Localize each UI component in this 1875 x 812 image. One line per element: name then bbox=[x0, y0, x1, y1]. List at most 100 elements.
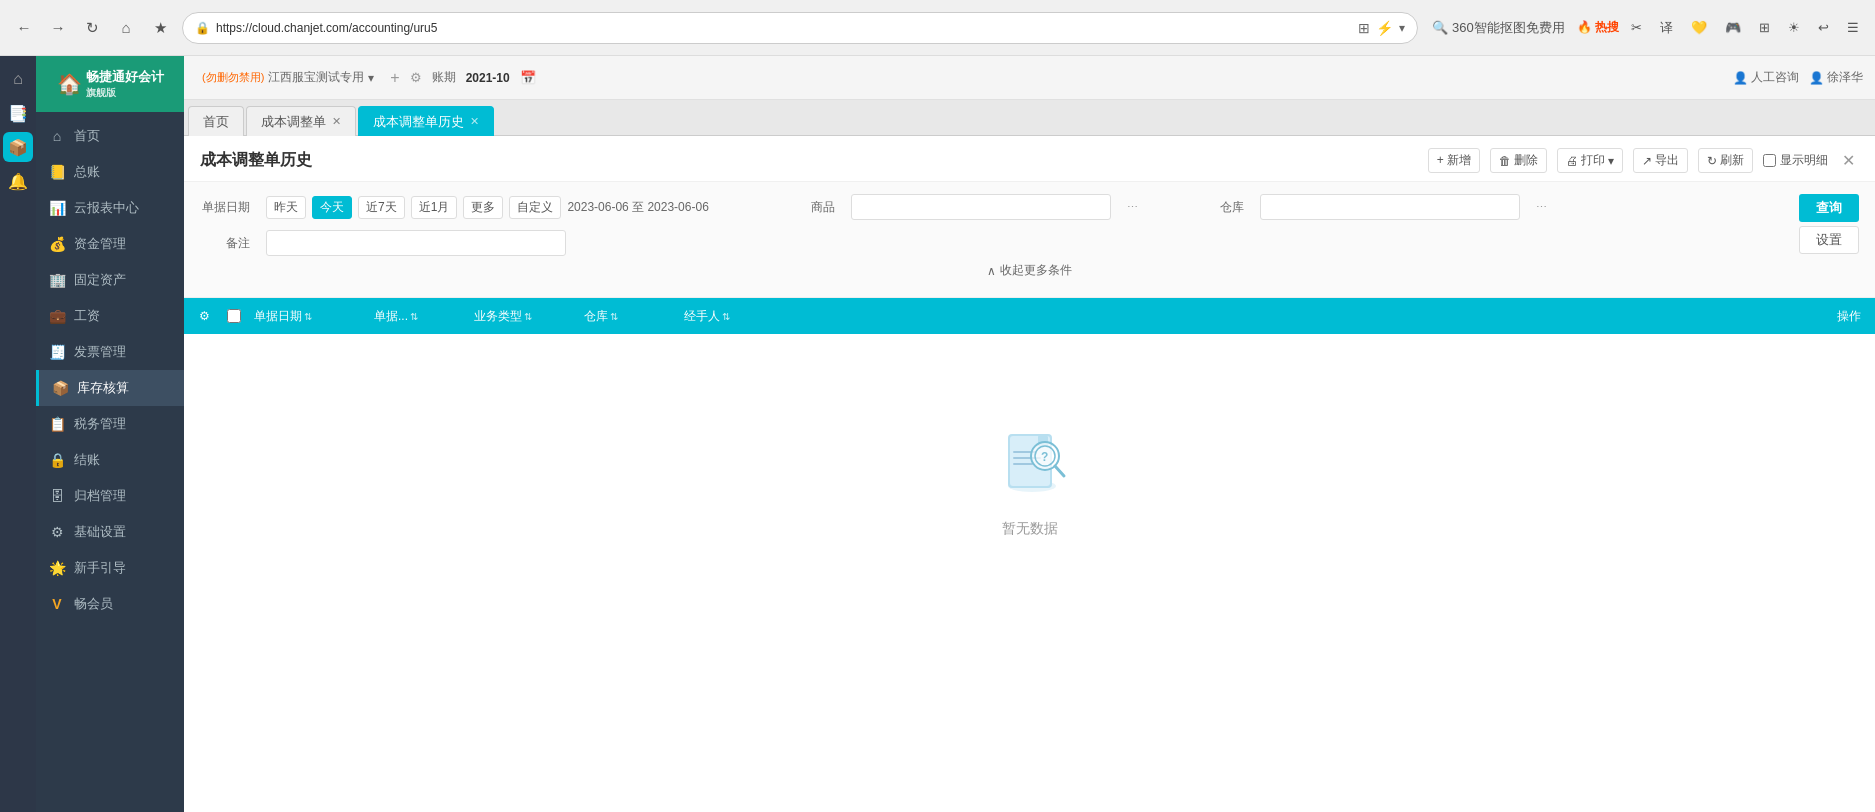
support-button[interactable]: 👤 人工咨询 bbox=[1733, 69, 1799, 86]
table-area: ⚙ 单据日期 ⇅ 单据... ⇅ 业务类型 ⇅ bbox=[184, 298, 1875, 578]
iconbar-item-2[interactable]: 📑 bbox=[3, 98, 33, 128]
date-btn-more[interactable]: 更多 bbox=[463, 196, 503, 219]
sidebar-item-funds[interactable]: 💰 资金管理 bbox=[36, 226, 184, 262]
export-button[interactable]: ↗ 导出 bbox=[1633, 148, 1688, 173]
top-bar-left: (勿删勿禁用) 江西服宝测试专用 ▾ + ⚙ 账期 2021-10 📅 bbox=[196, 67, 536, 88]
sidebar-label-salary: 工资 bbox=[74, 307, 100, 325]
sidebar-item-fixed-assets[interactable]: 🏢 固定资产 bbox=[36, 262, 184, 298]
th-date[interactable]: 单据日期 ⇅ bbox=[248, 308, 368, 325]
page-header: 成本调整单历史 + 新增 🗑 删除 🖨 打印 ▾ ↗ 导出 bbox=[184, 136, 1875, 182]
print-button[interactable]: 🖨 打印 ▾ bbox=[1557, 148, 1623, 173]
lightning-icon: ⚡ bbox=[1376, 20, 1393, 36]
date-btn-1month[interactable]: 近1月 bbox=[411, 196, 458, 219]
filter-row-2: 备注 bbox=[200, 230, 1779, 256]
sidebar-item-archive[interactable]: 🗄 归档管理 bbox=[36, 478, 184, 514]
header-actions: + 新增 🗑 删除 🖨 打印 ▾ ↗ 导出 ↻ bbox=[1428, 148, 1859, 173]
company-dropdown-icon: ▾ bbox=[368, 71, 374, 85]
translate-tool[interactable]: 译 bbox=[1654, 17, 1679, 39]
main-content: (勿删勿禁用) 江西服宝测试专用 ▾ + ⚙ 账期 2021-10 📅 👤 人工… bbox=[184, 56, 1875, 812]
sidebar-item-settings[interactable]: ⚙ 基础设置 bbox=[36, 514, 184, 550]
game-tool[interactable]: 🎮 bbox=[1719, 18, 1747, 37]
warehouse-dots[interactable]: ⋯ bbox=[1536, 201, 1547, 214]
iconbar-item-3[interactable]: 📦 bbox=[3, 132, 33, 162]
tab-cost-adjust[interactable]: 成本调整单 ✕ bbox=[246, 106, 356, 136]
export-label: 导出 bbox=[1655, 152, 1679, 169]
sidebar-item-tax[interactable]: 📋 税务管理 bbox=[36, 406, 184, 442]
undo-tool[interactable]: ↩ bbox=[1812, 18, 1835, 37]
bookmark-button[interactable]: ★ bbox=[146, 14, 174, 42]
reload-button[interactable]: ↻ bbox=[78, 14, 106, 42]
sidebar-item-salary[interactable]: 💼 工资 bbox=[36, 298, 184, 334]
company-name: 江西服宝测试专用 bbox=[268, 69, 364, 86]
icon-bar: ⌂ 📑 📦 🔔 bbox=[0, 56, 36, 812]
sidebar-item-membership[interactable]: V 畅会员 bbox=[36, 586, 184, 622]
add-company-btn[interactable]: + bbox=[390, 69, 399, 87]
th-num[interactable]: 单据... ⇅ bbox=[368, 308, 468, 325]
calendar-icon[interactable]: 📅 bbox=[520, 70, 536, 85]
th-handler[interactable]: 经手人 ⇅ bbox=[678, 308, 778, 325]
date-filter-label: 单据日期 bbox=[200, 199, 250, 216]
sun-tool[interactable]: ☀ bbox=[1782, 18, 1806, 37]
settings-gear-icon[interactable]: ⚙ bbox=[410, 70, 422, 85]
company-selector[interactable]: (勿删勿禁用) 江西服宝测试专用 ▾ bbox=[196, 67, 380, 88]
close-page-button[interactable]: ✕ bbox=[1838, 149, 1859, 172]
sidebar-item-ledger[interactable]: 📒 总账 bbox=[36, 154, 184, 190]
url-text: https://cloud.chanjet.com/accounting/uru… bbox=[216, 21, 1352, 35]
display-detail-checkbox[interactable] bbox=[1763, 154, 1776, 167]
sidebar-item-inventory[interactable]: 📦 库存核算 bbox=[36, 370, 184, 406]
date-btn-yesterday[interactable]: 昨天 bbox=[266, 196, 306, 219]
home-button[interactable]: ⌂ bbox=[112, 14, 140, 42]
th-warehouse[interactable]: 仓库 ⇅ bbox=[578, 308, 678, 325]
tab-cost-adjust-history[interactable]: 成本调整单历史 ✕ bbox=[358, 106, 494, 136]
page-title: 成本调整单历史 bbox=[200, 150, 312, 171]
sidebar-label-funds: 资金管理 bbox=[74, 235, 126, 253]
forward-button[interactable]: → bbox=[44, 14, 72, 42]
sidebar-item-reports[interactable]: 📊 云报表中心 bbox=[36, 190, 184, 226]
inventory-icon: 📦 bbox=[51, 380, 69, 396]
goods-filter-label: 商品 bbox=[785, 199, 835, 216]
table-header: ⚙ 单据日期 ⇅ 单据... ⇅ 业务类型 ⇅ bbox=[184, 298, 1875, 334]
refresh-button[interactable]: ↻ 刷新 bbox=[1698, 148, 1753, 173]
address-bar[interactable]: 🔒 https://cloud.chanjet.com/accounting/u… bbox=[182, 12, 1418, 44]
svg-line-9 bbox=[1055, 466, 1064, 476]
user-avatar-icon: 👤 bbox=[1809, 71, 1824, 85]
menu-tool[interactable]: ☰ bbox=[1841, 18, 1865, 37]
date-btn-today[interactable]: 今天 bbox=[312, 196, 352, 219]
print-icon: 🖨 bbox=[1566, 154, 1578, 168]
sidebar-item-guide[interactable]: 🌟 新手引导 bbox=[36, 550, 184, 586]
th-biz-type[interactable]: 业务类型 ⇅ bbox=[468, 308, 578, 325]
salary-icon: 💼 bbox=[48, 308, 66, 324]
date-btn-custom[interactable]: 自定义 bbox=[509, 196, 561, 219]
iconbar-item-4[interactable]: 🔔 bbox=[3, 166, 33, 196]
back-button[interactable]: ← bbox=[10, 14, 38, 42]
tab-bar: 首页 成本调整单 ✕ 成本调整单历史 ✕ bbox=[184, 100, 1875, 136]
dropdown-icon[interactable]: ▾ bbox=[1399, 21, 1405, 35]
filter-settings-button[interactable]: 设置 bbox=[1799, 226, 1859, 254]
sidebar-item-home[interactable]: ⌂ 首页 bbox=[36, 118, 184, 154]
collapse-label: 收起更多条件 bbox=[1000, 262, 1072, 279]
tab-cost-adjust-history-close[interactable]: ✕ bbox=[470, 115, 479, 128]
wallet-tool[interactable]: 💛 bbox=[1685, 18, 1713, 37]
date-btn-7days[interactable]: 近7天 bbox=[358, 196, 405, 219]
query-button[interactable]: 查询 bbox=[1799, 194, 1859, 222]
iconbar-item-1[interactable]: ⌂ bbox=[3, 64, 33, 94]
tab-cost-adjust-close[interactable]: ✕ bbox=[332, 115, 341, 128]
apps-tool[interactable]: ⊞ bbox=[1753, 18, 1776, 37]
user-button[interactable]: 👤 徐泽华 bbox=[1809, 69, 1863, 86]
table-settings-icon[interactable]: ⚙ bbox=[188, 309, 220, 323]
search-tool[interactable]: 🔍 360智能抠图免费用 bbox=[1426, 17, 1570, 39]
sidebar-item-closing[interactable]: 🔒 结账 bbox=[36, 442, 184, 478]
new-button[interactable]: + 新增 bbox=[1428, 148, 1480, 173]
table-select-all[interactable] bbox=[220, 309, 248, 323]
delete-button[interactable]: 🗑 删除 bbox=[1490, 148, 1547, 173]
tab-home[interactable]: 首页 bbox=[188, 106, 244, 136]
scissors-tool[interactable]: ✂ bbox=[1625, 18, 1648, 37]
warehouse-filter-input[interactable] bbox=[1260, 194, 1520, 220]
select-all-checkbox[interactable] bbox=[227, 309, 241, 323]
remark-filter-input[interactable] bbox=[266, 230, 566, 256]
goods-dots[interactable]: ⋯ bbox=[1127, 201, 1138, 214]
collapse-bar[interactable]: ∧ 收起更多条件 bbox=[200, 256, 1859, 285]
goods-filter-input[interactable] bbox=[851, 194, 1111, 220]
period-value: 2021-10 bbox=[466, 71, 510, 85]
sidebar-item-invoice[interactable]: 🧾 发票管理 bbox=[36, 334, 184, 370]
